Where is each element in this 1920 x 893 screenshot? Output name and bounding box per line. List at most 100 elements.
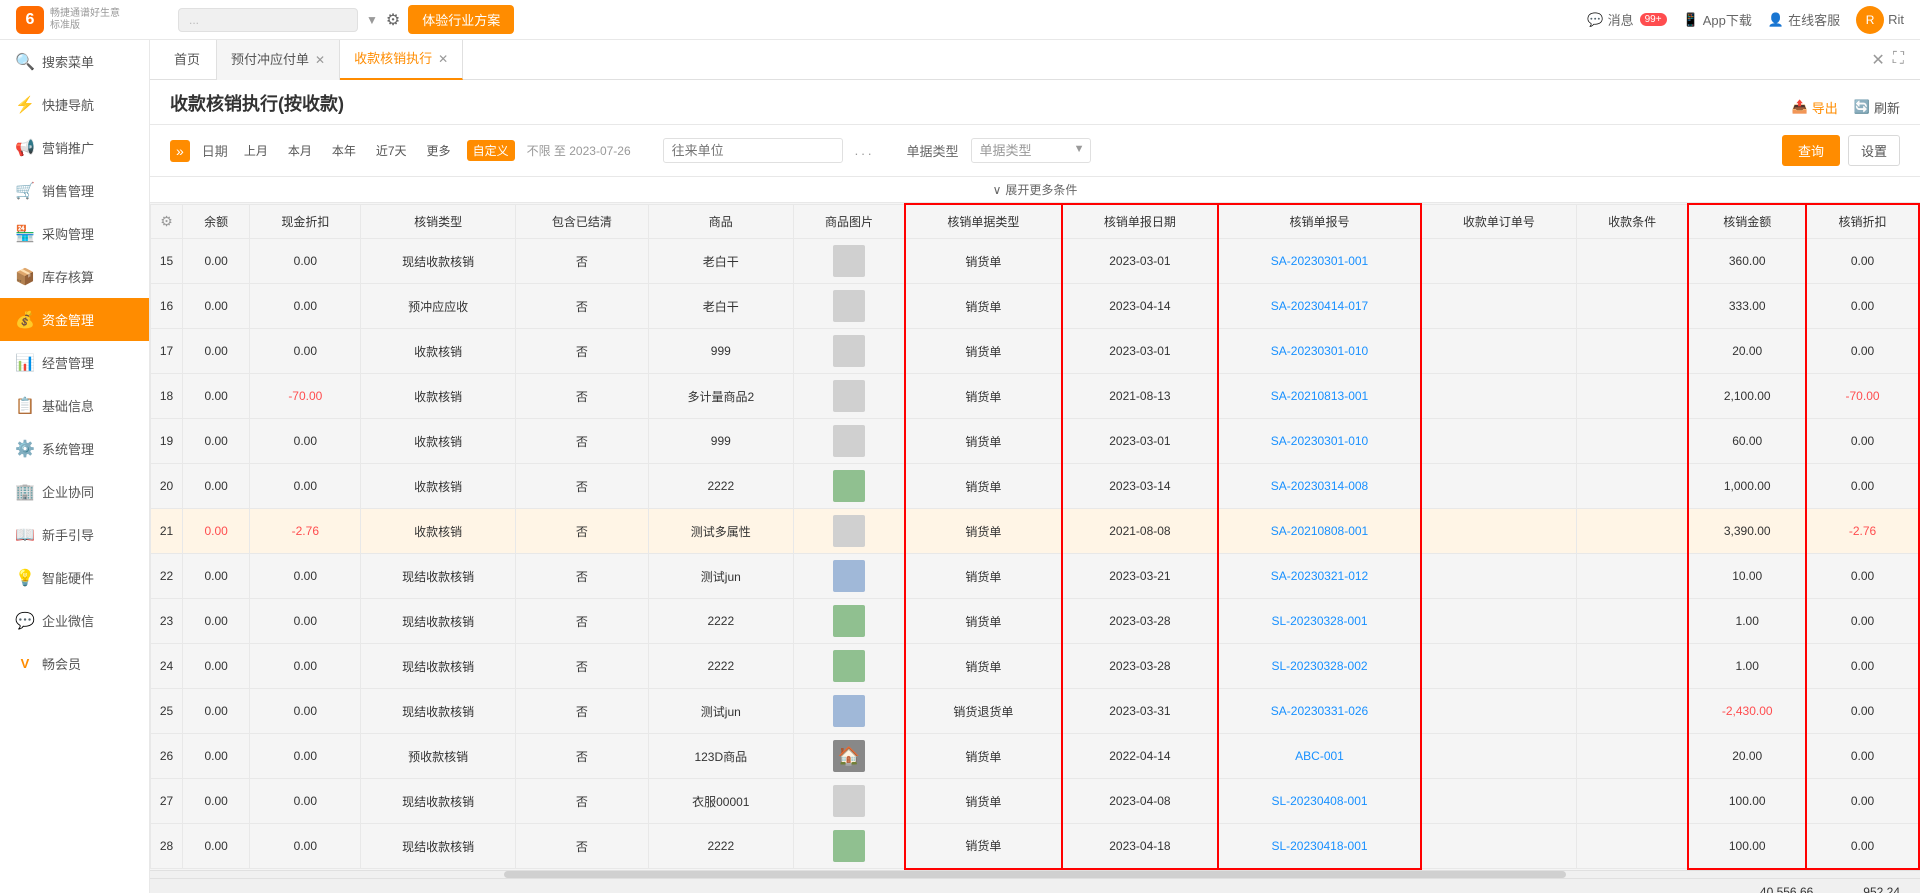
cash-discount-cell: 0.00 [250, 554, 361, 599]
filter-settings-button[interactable]: 设置 [1848, 135, 1900, 166]
column-settings-icon[interactable]: ⚙ [160, 213, 173, 229]
counterpart-input[interactable] [663, 138, 843, 163]
verify-bill-date-cell: 2023-03-28 [1062, 644, 1218, 689]
verify-bill-no-cell[interactable]: ABC-001 [1218, 734, 1421, 779]
balance-cell: 0.00 [183, 419, 250, 464]
verify-bill-date-cell: 2022-04-14 [1062, 734, 1218, 779]
verify-bill-no-cell[interactable]: SA-20230321-012 [1218, 554, 1421, 599]
verify-bill-no-cell[interactable]: SA-20230414-017 [1218, 284, 1421, 329]
receipt-order-no-cell [1421, 284, 1577, 329]
verify-bill-no-cell[interactable]: SA-20210808-001 [1218, 509, 1421, 554]
date-prev-month[interactable]: 上月 [240, 140, 272, 161]
col-settings-header[interactable]: ⚙ [151, 204, 183, 239]
goods-cell: 2222 [648, 464, 793, 509]
goods-img-cell [793, 464, 905, 509]
tab-prepay[interactable]: 预付冲应付单 ✕ [217, 40, 340, 80]
tab-close-all-icon[interactable]: ✕ [1871, 50, 1884, 70]
sidebar-item-guide[interactable]: 📖 新手引导 [0, 513, 149, 556]
verify-amount-cell: -2,430.00 [1688, 689, 1806, 734]
system-icon: ⚙️ [16, 440, 34, 458]
col-goods-header: 商品 [648, 204, 793, 239]
tab-maximize-icon[interactable]: ⛶ [1893, 50, 1904, 70]
verify-type-cell: 现结收款核销 [361, 644, 516, 689]
sidebar-item-inventory[interactable]: 📦 库存核算 [0, 255, 149, 298]
receipt-order-no-cell [1421, 464, 1577, 509]
goods-img-cell: 🏠 [793, 734, 905, 779]
sidebar-item-member[interactable]: V 畅会员 [0, 642, 149, 685]
verify-bill-no-cell[interactable]: SA-20230314-008 [1218, 464, 1421, 509]
tab-receipt-label: 收款核销执行 [354, 40, 432, 79]
verify-type-cell: 现结收款核销 [361, 689, 516, 734]
counterpart-picker-icon[interactable]: ... [855, 143, 875, 158]
sidebar-item-system[interactable]: ⚙️ 系统管理 [0, 427, 149, 470]
filter-expand-button[interactable]: » [170, 140, 190, 162]
bill-type-select[interactable]: 单据类型 [971, 138, 1091, 163]
refresh-button[interactable]: 🔄 刷新 [1854, 98, 1900, 117]
sidebar-item-hardware[interactable]: 💡 智能硬件 [0, 556, 149, 599]
include-settled-cell: 否 [515, 599, 648, 644]
sidebar-item-operations[interactable]: 📊 经营管理 [0, 341, 149, 384]
verify-amount-cell: 10.00 [1688, 554, 1806, 599]
online-service-button[interactable]: 👤 在线客服 [1768, 10, 1840, 29]
verify-amount-cell: 360.00 [1688, 239, 1806, 284]
export-button[interactable]: 📤 导出 [1792, 98, 1838, 117]
balance-cell: 0.00 [183, 329, 250, 374]
sidebar-label-corp: 企业协同 [42, 482, 94, 501]
include-settled-cell: 否 [515, 239, 648, 284]
sidebar-item-quicknav[interactable]: ⚡ 快捷导航 [0, 83, 149, 126]
user-avatar: R [1856, 6, 1884, 34]
date-this-month[interactable]: 本月 [284, 140, 316, 161]
sidebar-item-corp[interactable]: 🏢 企业协同 [0, 470, 149, 513]
verify-bill-no-cell[interactable]: SL-20230328-002 [1218, 644, 1421, 689]
date-custom[interactable]: 自定义 [467, 140, 515, 161]
sidebar: 🔍 搜索菜单 ⚡ 快捷导航 📢 营销推广 🛒 销售管理 🏪 采购管理 📦 库存核… [0, 40, 150, 893]
verify-bill-no-cell[interactable]: SA-20230301-010 [1218, 419, 1421, 464]
sidebar-item-base[interactable]: 📋 基础信息 [0, 384, 149, 427]
goods-cell: 测试多属性 [648, 509, 793, 554]
date-more[interactable]: 更多 [423, 140, 455, 161]
industry-button[interactable]: 体验行业方案 [408, 5, 514, 34]
tab-bar: 首页 预付冲应付单 ✕ 收款核销执行 ✕ ✕ ⛶ [150, 40, 1920, 80]
user-avatar-area[interactable]: R Rit [1856, 6, 1904, 34]
table-row: 240.000.00现结收款核销否2222销货单2023-03-28SL-202… [151, 644, 1920, 689]
balance-cell: 0.00 [183, 689, 250, 734]
inventory-icon: 📦 [16, 268, 34, 286]
app-download-button[interactable]: 📱 App下载 [1683, 10, 1752, 29]
receipt-order-no-cell [1421, 374, 1577, 419]
verify-bill-no-cell[interactable]: SL-20230408-001 [1218, 779, 1421, 824]
sidebar-item-sales[interactable]: 🛒 销售管理 [0, 169, 149, 212]
verify-bill-no-cell[interactable]: SA-20210813-001 [1218, 374, 1421, 419]
verify-bill-no-cell[interactable]: SL-20230328-001 [1218, 599, 1421, 644]
verify-discount-cell: 0.00 [1806, 419, 1919, 464]
date-last-7days[interactable]: 近7天 [372, 140, 411, 161]
tab-receipt-close-icon[interactable]: ✕ [438, 40, 448, 79]
sidebar-item-search[interactable]: 🔍 搜索菜单 [0, 40, 149, 83]
sidebar-item-finance[interactable]: 💰 资金管理 [0, 298, 149, 341]
date-this-year[interactable]: 本年 [328, 140, 360, 161]
include-settled-cell: 否 [515, 734, 648, 779]
verify-bill-no-cell[interactable]: SA-20230301-010 [1218, 329, 1421, 374]
verify-bill-no-cell[interactable]: SA-20230301-001 [1218, 239, 1421, 284]
include-settled-cell: 否 [515, 284, 648, 329]
tab-home[interactable]: 首页 [158, 40, 217, 80]
dropdown-arrow-icon[interactable]: ▼ [366, 13, 378, 27]
verify-amount-cell: 1.00 [1688, 644, 1806, 689]
verify-bill-no-cell[interactable]: SL-20230418-001 [1218, 824, 1421, 869]
tab-prepay-close-icon[interactable]: ✕ [315, 40, 325, 80]
sidebar-item-wechat[interactable]: 💬 企业微信 [0, 599, 149, 642]
row-no: 25 [151, 689, 183, 734]
tab-receipt[interactable]: 收款核销执行 ✕ [340, 40, 463, 80]
include-settled-cell: 否 [515, 464, 648, 509]
row-no: 23 [151, 599, 183, 644]
query-button[interactable]: 查询 [1782, 135, 1840, 166]
verify-bill-no-cell[interactable]: SA-20230331-026 [1218, 689, 1421, 734]
verify-type-cell: 收款核销 [361, 464, 516, 509]
receipt-condition-cell [1576, 464, 1688, 509]
settings-icon[interactable]: ⚙ [386, 10, 400, 30]
goods-cell: 999 [648, 419, 793, 464]
sidebar-item-marketing[interactable]: 📢 营销推广 [0, 126, 149, 169]
expand-more-button[interactable]: ∨ 展开更多条件 [993, 181, 1078, 198]
refresh-icon: 🔄 [1854, 99, 1870, 115]
messages-button[interactable]: 💬 消息 99+ [1587, 10, 1666, 29]
sidebar-item-purchase[interactable]: 🏪 采购管理 [0, 212, 149, 255]
